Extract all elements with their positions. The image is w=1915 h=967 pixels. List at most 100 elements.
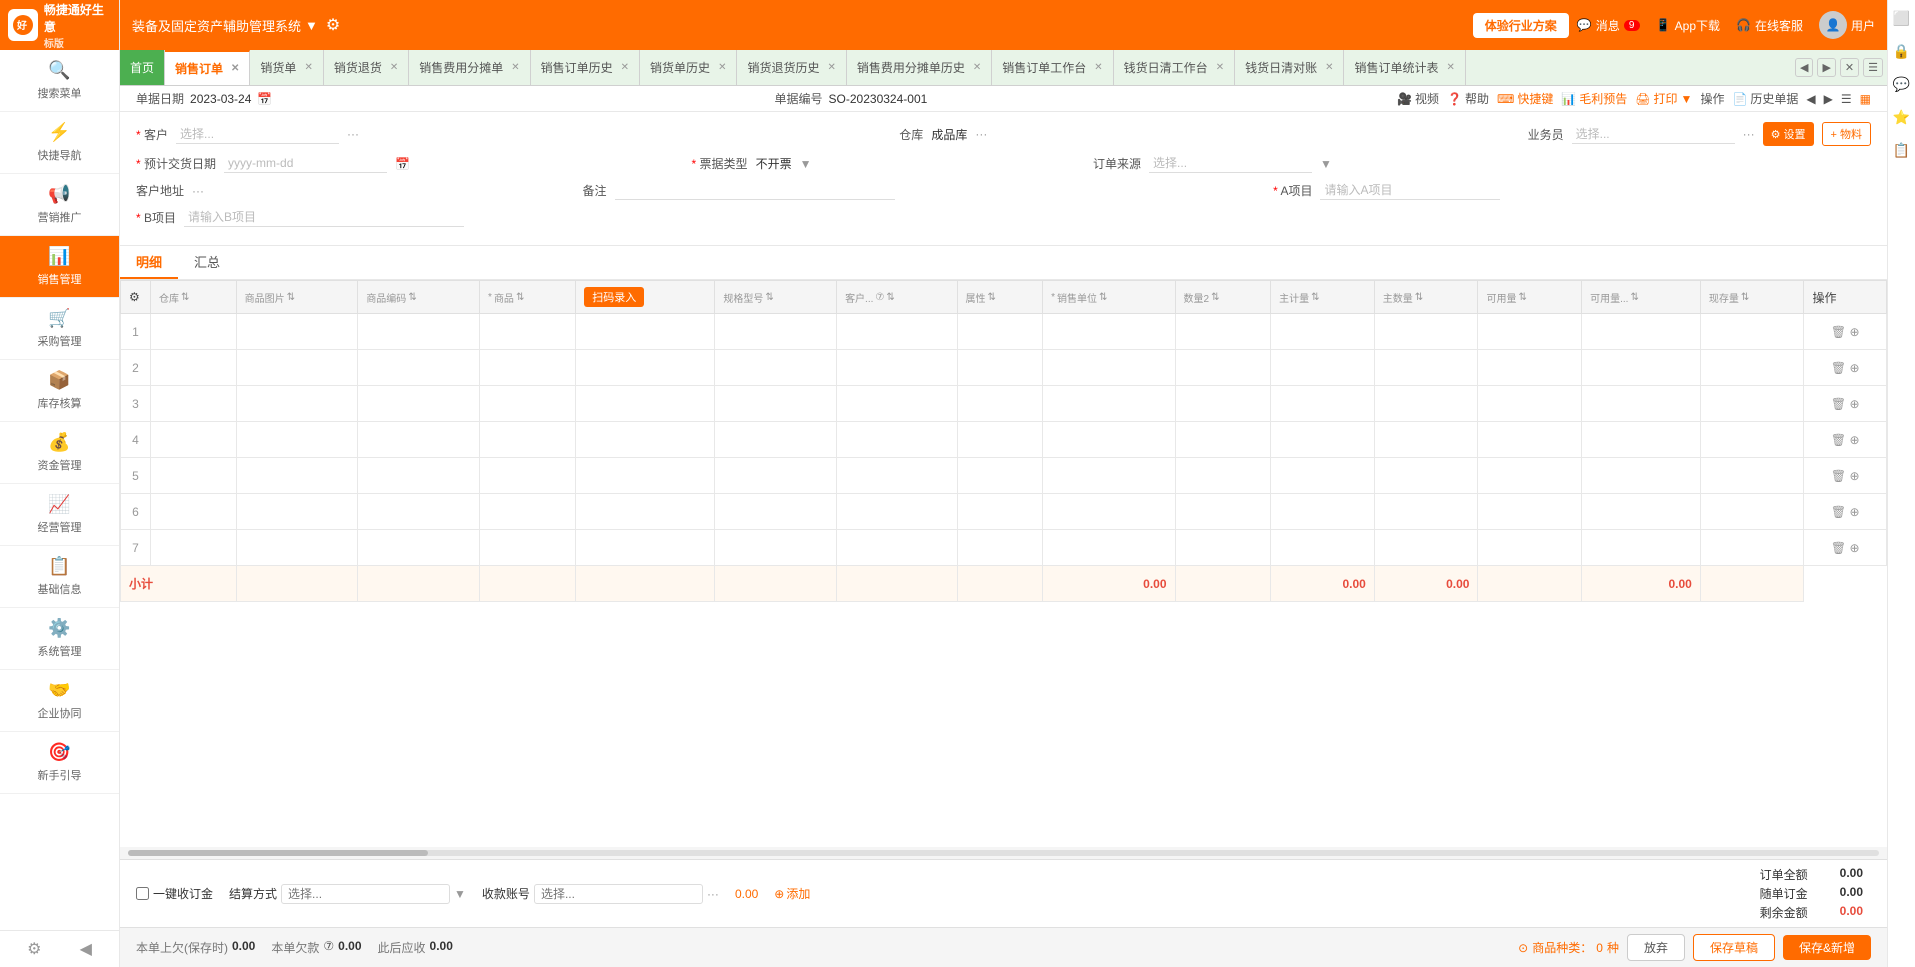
th-warehouse[interactable]: 仓库⇅: [151, 281, 237, 314]
row-7-customer[interactable]: [837, 530, 957, 566]
sidebar-item-basic[interactable]: 📋 基础信息: [0, 546, 119, 608]
tab-sales-stats[interactable]: 销售订单统计表 ✕: [1344, 50, 1465, 85]
th-main-unit[interactable]: 主计量⇅: [1271, 281, 1375, 314]
row-4-copy-btn[interactable]: ⊕: [1850, 433, 1860, 447]
row-6-available2[interactable]: [1582, 494, 1701, 530]
order-source-chevron[interactable]: ▼: [1320, 157, 1332, 171]
layout-grid-btn[interactable]: ▦: [1860, 92, 1871, 106]
th-product[interactable]: *商品⇅: [480, 281, 576, 314]
row-5-main-qty[interactable]: [1374, 458, 1478, 494]
row-7-available[interactable]: [1478, 530, 1582, 566]
sidebar-settings-btn[interactable]: ⚙: [27, 939, 41, 959]
th-available2[interactable]: 可用量...⇅: [1582, 281, 1701, 314]
th-attr[interactable]: 属性⇅: [957, 281, 1043, 314]
row-2-main-unit[interactable]: [1271, 350, 1375, 386]
online-support-action[interactable]: 🎧 在线客服: [1736, 17, 1803, 34]
th-qty2[interactable]: 数量2⇅: [1175, 281, 1271, 314]
remark-input[interactable]: [615, 181, 895, 200]
sidebar-item-search[interactable]: 🔍 搜索菜单: [0, 50, 119, 112]
row-7-main-unit[interactable]: [1271, 530, 1375, 566]
tab-expense-history-close[interactable]: ✕: [973, 62, 981, 73]
tab-invoice-history[interactable]: 销货单历史 ✕: [640, 50, 737, 85]
row-6-attr[interactable]: [957, 494, 1043, 530]
pay-method-chevron[interactable]: ▼: [454, 887, 466, 901]
row-3-spec[interactable]: [715, 386, 837, 422]
customer-dots[interactable]: ···: [347, 127, 359, 141]
tab-sales-invoice-close[interactable]: ✕: [304, 62, 312, 73]
row-2-customer[interactable]: [837, 350, 957, 386]
scrollbar-thumb[interactable]: [128, 850, 428, 856]
view-btn[interactable]: 🎥 视频: [1397, 90, 1439, 107]
tab-order-workbench-close[interactable]: ✕: [1094, 62, 1102, 73]
tab-sales-expense-close[interactable]: ✕: [511, 62, 519, 73]
row-1-main-unit[interactable]: [1271, 314, 1375, 350]
tab-order-workbench[interactable]: 销售订单工作台 ✕: [992, 50, 1113, 85]
row-7-qty2[interactable]: [1175, 530, 1271, 566]
tab-prev-btn[interactable]: ◀: [1795, 58, 1813, 77]
tab-sales-invoice[interactable]: 销货单 ✕: [250, 50, 323, 85]
row-3-code[interactable]: [358, 386, 480, 422]
row-5-product[interactable]: [480, 458, 576, 494]
row-6-image[interactable]: [236, 494, 358, 530]
th-spec[interactable]: 规格型号⇅: [715, 281, 837, 314]
row-1-qty2[interactable]: [1175, 314, 1271, 350]
row-1-copy-btn[interactable]: ⊕: [1850, 325, 1860, 339]
sidebar-collapse-btn[interactable]: ◀: [80, 939, 92, 959]
add-btn[interactable]: ⊕ 添加: [774, 885, 810, 902]
tab-menu-btn[interactable]: ☰: [1863, 58, 1883, 77]
row-7-available2[interactable]: [1582, 530, 1701, 566]
rs-btn-5[interactable]: 📋: [1888, 136, 1915, 165]
th-scan[interactable]: 扫码录入: [576, 281, 715, 314]
sidebar-item-purchase[interactable]: 🛒 采购管理: [0, 298, 119, 360]
row-6-available[interactable]: [1478, 494, 1582, 530]
rs-btn-2[interactable]: 🔒: [1888, 37, 1915, 66]
row-4-delete-btn[interactable]: 🗑: [1831, 433, 1846, 447]
tab-order-history[interactable]: 销售订单历史 ✕: [531, 50, 640, 85]
profit-btn[interactable]: 📊 毛利预告: [1561, 90, 1627, 107]
row-4-code[interactable]: [358, 422, 480, 458]
row-7-copy-btn[interactable]: ⊕: [1850, 541, 1860, 555]
ticket-chevron[interactable]: ▼: [800, 157, 812, 171]
warehouse-dots[interactable]: ···: [975, 127, 987, 141]
row-5-current[interactable]: [1700, 458, 1804, 494]
rs-btn-4[interactable]: ⭐: [1888, 103, 1915, 132]
row-7-code[interactable]: [358, 530, 480, 566]
row-3-attr[interactable]: [957, 386, 1043, 422]
save-new-btn[interactable]: 保存&新增: [1783, 935, 1871, 960]
row-5-qty2[interactable]: [1175, 458, 1271, 494]
delivery-calendar-icon[interactable]: 📅: [395, 157, 410, 171]
row-3-available[interactable]: [1478, 386, 1582, 422]
row-3-scan[interactable]: [576, 386, 715, 422]
save-draft-btn[interactable]: 保存草稿: [1693, 934, 1775, 961]
row-7-spec[interactable]: [715, 530, 837, 566]
row-1-available[interactable]: [1478, 314, 1582, 350]
row-6-scan[interactable]: [576, 494, 715, 530]
row-1-code[interactable]: [358, 314, 480, 350]
row-2-delete-btn[interactable]: 🗑: [1831, 361, 1846, 375]
row-2-qty2[interactable]: [1175, 350, 1271, 386]
order-source-input[interactable]: [1149, 154, 1312, 173]
row-2-available[interactable]: [1478, 350, 1582, 386]
th-image[interactable]: 商品图片⇅: [236, 281, 358, 314]
row-3-main-qty[interactable]: [1374, 386, 1478, 422]
sidebar-item-inventory[interactable]: 📦 库存核算: [0, 360, 119, 422]
row-1-product[interactable]: [480, 314, 576, 350]
history-btn[interactable]: 📄 历史单据: [1732, 90, 1798, 107]
row-7-warehouse[interactable]: [151, 530, 237, 566]
row-2-unit[interactable]: [1043, 350, 1175, 386]
row-3-image[interactable]: [236, 386, 358, 422]
row-6-main-unit[interactable]: [1271, 494, 1375, 530]
tab-sales-expense[interactable]: 销售费用分摊单 ✕: [409, 50, 530, 85]
row-7-main-qty[interactable]: [1374, 530, 1478, 566]
tab-sales-stats-close[interactable]: ✕: [1447, 62, 1455, 73]
row-1-spec[interactable]: [715, 314, 837, 350]
address-dots[interactable]: ···: [192, 184, 204, 198]
tab-expense-history[interactable]: 销售费用分摊单历史 ✕: [847, 50, 992, 85]
row-1-delete-btn[interactable]: 🗑: [1831, 325, 1846, 339]
row-2-available2[interactable]: [1582, 350, 1701, 386]
row-6-unit[interactable]: [1043, 494, 1175, 530]
help-btn[interactable]: ❓ 帮助: [1447, 90, 1489, 107]
row-3-warehouse[interactable]: [151, 386, 237, 422]
row-3-available2[interactable]: [1582, 386, 1701, 422]
row-2-scan[interactable]: [576, 350, 715, 386]
